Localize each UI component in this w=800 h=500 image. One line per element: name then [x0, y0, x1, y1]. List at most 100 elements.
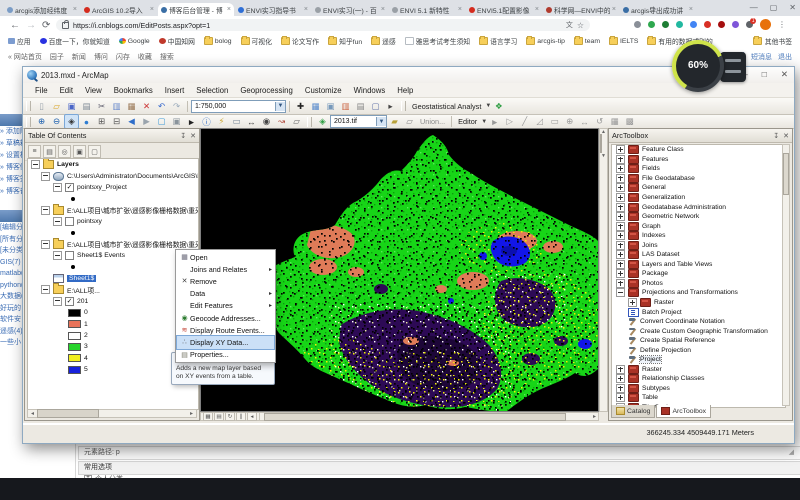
bookmark-item[interactable]: 中国知网 — [158, 36, 195, 46]
toolbox-row[interactable]: Joins — [612, 240, 785, 250]
legend-swatch[interactable] — [68, 320, 81, 329]
toolbox-row[interactable]: Fields — [612, 164, 785, 174]
tab-close-icon[interactable]: × — [73, 6, 77, 13]
zoom-out-icon[interactable]: ⊖ — [49, 114, 64, 129]
html-popup-icon[interactable]: ▭ — [229, 114, 244, 129]
bookmark-item[interactable]: arcgis-tip — [526, 36, 565, 45]
bookmark-star-icon[interactable]: ☆ — [577, 21, 584, 30]
midpoint-tool-icon[interactable]: ⊕ — [562, 114, 577, 129]
bookmark-item[interactable]: 遥感 — [371, 36, 396, 46]
find-icon[interactable]: ◉ — [259, 114, 274, 129]
legend-swatch[interactable] — [68, 342, 81, 351]
toolbox-row[interactable]: Define Projection — [612, 345, 785, 355]
tab-close-icon[interactable]: × — [689, 6, 693, 13]
browser-minimize-button[interactable]: — — [750, 3, 758, 12]
sidebar-category-link[interactable]: matlab( — [0, 268, 22, 280]
sidebar-category-link[interactable]: [所有分 — [0, 234, 22, 246]
scroll-left-icon[interactable]: ◂ — [28, 410, 37, 417]
toolbox-row[interactable]: LAS Dataset — [612, 250, 785, 260]
topology-icon[interactable]: ▱ — [402, 114, 417, 129]
pin-icon[interactable]: ↧ — [773, 132, 779, 140]
expander-icon[interactable] — [31, 160, 40, 170]
sidebar-category-link[interactable]: [编辑分 — [0, 222, 22, 234]
extension-icon[interactable] — [662, 21, 669, 28]
close-icon[interactable]: ✕ — [190, 132, 196, 140]
other-bookmarks[interactable]: 其他书签 — [752, 34, 792, 48]
toolbox-row[interactable]: Raster — [612, 364, 785, 375]
menu-item[interactable]: Edit — [54, 86, 79, 95]
expander-icon[interactable] — [616, 164, 625, 174]
extension-with-badge[interactable]: 1 — [746, 18, 756, 28]
trace-tool-icon[interactable]: ◿ — [532, 114, 547, 129]
menu-item[interactable]: Selection — [190, 86, 234, 95]
toc-horizontal-scrollbar[interactable]: ◂ ▸ — [27, 409, 197, 418]
list-by-selection-icon[interactable]: ▣ — [73, 145, 86, 158]
expander-icon[interactable] — [616, 193, 625, 202]
toolbox-row[interactable]: Geodatabase Administration — [612, 202, 785, 212]
map-horizontal-scrollbar[interactable]: ▦ ▤ ↻ ∥ ◂ ▸ — [200, 412, 599, 421]
viewer-icon[interactable]: ▢ — [368, 99, 383, 114]
sidebar-category-link[interactable]: [未分类 — [0, 245, 22, 257]
tab-close-icon[interactable]: × — [304, 6, 308, 13]
tangent-tool-icon[interactable]: ↔ — [577, 114, 592, 129]
expander-icon[interactable] — [616, 202, 625, 212]
arctoolbox-scrollbar[interactable] — [782, 144, 790, 406]
tab-close-icon[interactable]: × — [227, 6, 231, 13]
site-nav-link[interactable]: 搜索 — [160, 52, 174, 62]
menu-item-properties[interactable]: ▤ Properties... — [177, 349, 274, 361]
menu-item[interactable]: File — [29, 86, 54, 95]
hyperlink-icon[interactable]: ⚡ — [214, 114, 229, 129]
resize-handle-icon[interactable]: ◢ — [789, 448, 794, 456]
toolbox-row[interactable]: Project — [612, 355, 785, 365]
toolbox-row[interactable]: Indexes — [612, 231, 785, 241]
menu-item-geocode-addresses[interactable]: ◉ Geocode Addresses... — [177, 312, 274, 324]
expander-icon[interactable] — [53, 217, 62, 227]
user-link[interactable]: 短消息 — [751, 52, 772, 62]
toolbox-row[interactable]: Geometric Network — [612, 212, 785, 222]
scrollbar-thumb[interactable] — [37, 409, 99, 418]
scrollbar-thumb[interactable] — [600, 134, 602, 153]
topology-edit-icon[interactable]: ▰ — [387, 114, 402, 129]
measure-icon[interactable]: ↔ — [244, 114, 259, 129]
rectangle-tool-icon[interactable]: ▭ — [547, 114, 562, 129]
extension-icon[interactable] — [634, 21, 641, 28]
clear-selection-icon[interactable]: ▣ — [169, 114, 184, 129]
toc-row-pointsxy-project[interactable]: pointsxy_Project — [28, 182, 198, 193]
pause-drawing-button[interactable]: ∥ — [236, 412, 246, 421]
legend-swatch[interactable] — [68, 354, 81, 363]
browser-maximize-button[interactable]: ▢ — [770, 3, 778, 12]
back-icon[interactable]: ← — [10, 20, 20, 31]
toolbar-grip[interactable] — [26, 101, 31, 111]
sidebar-category-link[interactable]: GIS(7) — [0, 257, 22, 269]
toolbar-grip[interactable] — [401, 101, 406, 111]
expander-icon[interactable] — [628, 298, 637, 308]
menu-item[interactable]: Bookmarks — [108, 86, 159, 95]
point-symbol[interactable] — [71, 265, 75, 270]
extension-icon[interactable] — [704, 21, 711, 28]
toc-symbol-point[interactable] — [28, 262, 198, 273]
menu-item[interactable]: Help — [391, 86, 419, 95]
toolbox-row[interactable]: Subtypes — [612, 383, 785, 394]
layer-checkbox[interactable] — [65, 251, 74, 261]
expander-icon[interactable] — [616, 183, 625, 193]
browser-tab[interactable]: ENVI 5.1 新特性 × — [389, 3, 465, 16]
expander-icon[interactable] — [616, 212, 625, 222]
dock-tab[interactable]: Catalog — [611, 405, 656, 418]
scroll-down-icon[interactable]: ▼ — [600, 153, 607, 159]
scroll-right-icon[interactable]: ▸ — [187, 410, 196, 417]
sidebar-link[interactable]: » 草稿箱 — [0, 138, 22, 150]
toolbar-grip[interactable] — [307, 116, 312, 127]
toolbox-row[interactable]: Relationship Classes — [612, 374, 785, 384]
maximize-button[interactable]: □ — [762, 69, 767, 80]
copy-icon[interactable]: ▥ — [109, 99, 124, 114]
forward-extent-icon[interactable]: ▶ — [139, 114, 154, 129]
save-icon[interactable]: ▣ — [64, 99, 79, 114]
zoom-in-icon[interactable]: ⊕ — [34, 114, 49, 129]
select-features-icon[interactable]: ▢ — [154, 114, 169, 129]
toolbox-row[interactable]: Graph — [612, 221, 785, 231]
layer-checkbox[interactable] — [65, 182, 74, 192]
tab-close-icon[interactable]: × — [612, 6, 616, 13]
expander-icon[interactable] — [616, 240, 625, 250]
bookmark-item[interactable]: 可视化 — [240, 36, 272, 46]
toolbox-row[interactable]: File Geodatabase — [612, 173, 785, 184]
